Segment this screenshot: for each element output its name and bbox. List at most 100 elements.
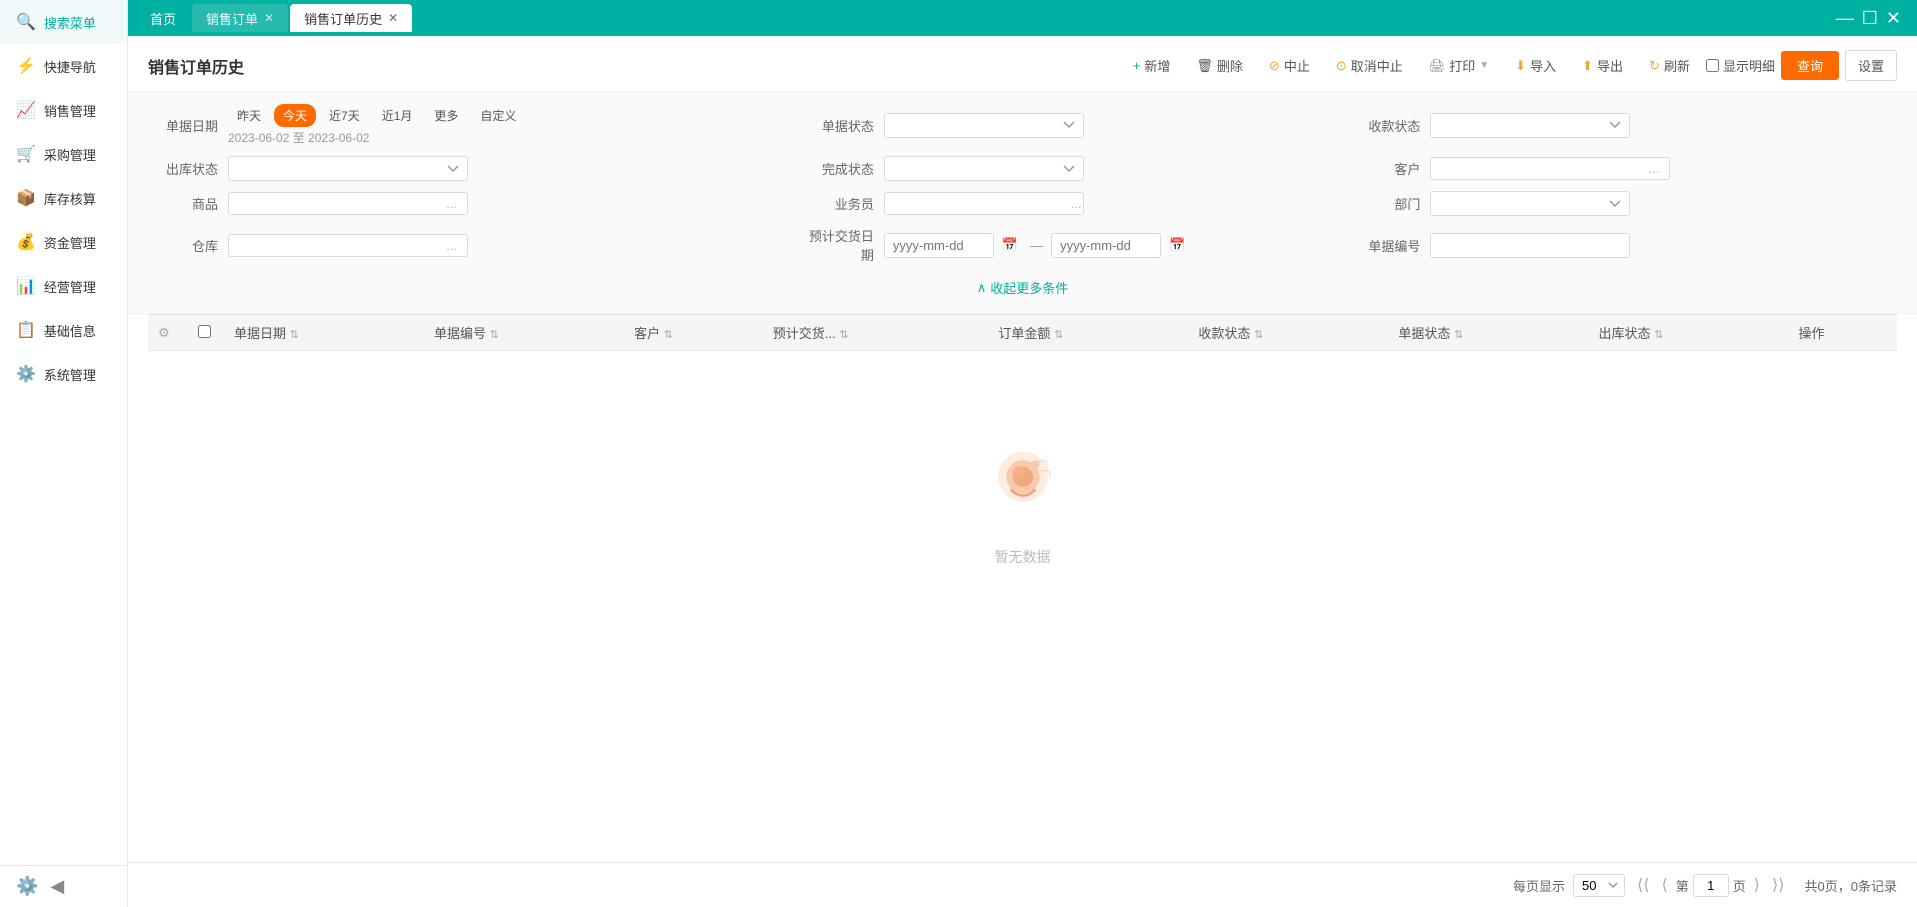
filter-row-4: 仓库 ... 预计交货日期 📅 — 📅 — [148, 226, 1897, 264]
restore-button[interactable]: ☐ — [1862, 8, 1878, 29]
warehouse-input[interactable] — [235, 238, 442, 253]
filter-cell-product: 商品 ... — [148, 192, 804, 215]
sidebar-item-capital-mgmt[interactable]: 💰 资金管理 — [0, 220, 127, 264]
display-columns-checkbox[interactable]: 显示明细 — [1706, 56, 1775, 75]
inventory-icon: 📦 — [16, 188, 36, 208]
tab-sales-order[interactable]: 销售订单 ✕ — [192, 4, 288, 32]
close-tab-sales-order-icon[interactable]: ✕ — [264, 11, 274, 25]
th-delivery-date[interactable]: 预计交货... ⇅ — [763, 315, 989, 351]
salesperson-ellipsis-btn[interactable]: ... — [1067, 196, 1086, 211]
order-status-select[interactable] — [884, 113, 1084, 138]
collapse-conditions-btn[interactable]: ∧ 收起更多条件 — [148, 274, 1897, 301]
prev-page-button[interactable]: ⟨ — [1658, 873, 1672, 897]
salesperson-input-group: ... — [884, 192, 1084, 215]
empty-state: 暂无数据 — [148, 351, 1897, 647]
department-select[interactable] — [1430, 191, 1630, 216]
tab-sales-order-history[interactable]: 销售订单历史 ✕ — [290, 4, 412, 32]
outbound-status-select[interactable] — [228, 156, 468, 181]
close-window-button[interactable]: ✕ — [1886, 8, 1901, 29]
th-payment-status[interactable]: 收款状态 ⇅ — [1188, 315, 1388, 351]
import-icon: ⬇ — [1515, 58, 1526, 74]
select-all-checkbox[interactable] — [198, 325, 211, 338]
calendar-end-icon[interactable]: 📅 — [1165, 237, 1189, 253]
first-page-button[interactable]: ⟨⟨ — [1633, 873, 1653, 897]
tab-home[interactable]: 首页 — [136, 4, 190, 32]
sidebar-item-label: 销售管理 — [44, 101, 96, 120]
last-page-button[interactable]: ⟩⟩ — [1768, 873, 1788, 897]
ops-icon: 📊 — [16, 276, 36, 296]
th-outbound-status[interactable]: 出库状态 ⇅ — [1588, 315, 1788, 351]
query-button[interactable]: 查询 — [1781, 51, 1839, 80]
delete-icon: 🗑 — [1196, 58, 1213, 74]
sidebar-item-ops-mgmt[interactable]: 📊 经营管理 — [0, 264, 127, 308]
cancel-stop-button[interactable]: ⊙ 取消中止 — [1326, 52, 1413, 79]
order-number-input[interactable] — [1430, 233, 1630, 258]
display-columns-input[interactable] — [1706, 59, 1719, 72]
sidebar-item-inventory-check[interactable]: 📦 库存核算 — [0, 176, 127, 220]
page-number-input[interactable] — [1693, 874, 1729, 897]
sidebar-item-quick-nav[interactable]: ⚡ 快捷导航 — [0, 44, 127, 88]
product-ellipsis-btn[interactable]: ... — [442, 196, 461, 211]
refresh-button[interactable]: ↻ 刷新 — [1639, 52, 1700, 79]
date-today[interactable]: 今天 — [274, 104, 316, 127]
collapse-sidebar-icon[interactable]: ◀ — [50, 876, 64, 897]
toolbar: + 新增 🗑 删除 ⊘ 中止 ⊙ 取消中止 🖨 打印 — [1123, 50, 1897, 81]
minimize-button[interactable]: — — [1836, 8, 1854, 29]
payment-status-select[interactable] — [1430, 113, 1630, 138]
delete-button[interactable]: 🗑 删除 — [1186, 52, 1253, 79]
delivery-date-group: 📅 — 📅 — [884, 233, 1189, 258]
delivery-date-end-input[interactable] — [1051, 233, 1161, 258]
export-button[interactable]: ⬆ 导出 — [1572, 52, 1633, 79]
th-customer-label: 客户 — [634, 326, 660, 341]
filter-cell-order-number: 单据编号 — [1350, 233, 1897, 258]
empty-state-icon — [973, 431, 1073, 531]
th-order-status[interactable]: 单据状态 ⇅ — [1388, 315, 1588, 351]
date-1month[interactable]: 近1月 — [373, 104, 422, 127]
print-button[interactable]: 🖨 打印 ▼ — [1419, 52, 1499, 79]
outbound-status-label: 出库状态 — [148, 159, 228, 178]
date-dash: — — [1026, 238, 1047, 253]
page-size-select[interactable]: 50 100 200 — [1573, 874, 1625, 897]
sidebar-item-sales-mgmt[interactable]: 📈 销售管理 — [0, 88, 127, 132]
settings-bottom-icon[interactable]: ⚙️ — [16, 876, 38, 897]
close-tab-sales-order-history-icon[interactable]: ✕ — [388, 11, 398, 25]
sort-payment-icon: ⇅ — [1254, 329, 1263, 341]
date-7days[interactable]: 近7天 — [320, 104, 369, 127]
sidebar-item-search-menu[interactable]: 🔍 搜索菜单 — [0, 0, 127, 44]
sidebar-item-sys-mgmt[interactable]: ⚙️ 系统管理 — [0, 352, 127, 396]
calendar-start-icon[interactable]: 📅 — [998, 237, 1022, 253]
sidebar-item-purchase-mgmt[interactable]: 🛒 采购管理 — [0, 132, 127, 176]
complete-status-select[interactable] — [884, 156, 1084, 181]
th-amount[interactable]: 订单金额 ⇅ — [988, 315, 1188, 351]
stop-button[interactable]: ⊘ 中止 — [1259, 52, 1320, 79]
new-button[interactable]: + 新增 — [1123, 52, 1181, 79]
sidebar-item-basic-info[interactable]: 📋 基础信息 — [0, 308, 127, 352]
th-number[interactable]: 单据编号 ⇅ — [424, 315, 624, 351]
product-input[interactable] — [235, 196, 442, 211]
date-more[interactable]: 更多 — [425, 104, 467, 127]
next-page-button[interactable]: ⟩ — [1750, 873, 1764, 897]
th-checkbox[interactable] — [188, 315, 224, 351]
date-custom[interactable]: 自定义 — [471, 104, 525, 127]
customer-input[interactable] — [1437, 161, 1644, 176]
th-date[interactable]: 单据日期 ⇅ — [224, 315, 424, 351]
warehouse-label: 仓库 — [148, 236, 228, 255]
column-settings-icon[interactable]: ⚙ — [158, 325, 170, 340]
th-customer[interactable]: 客户 ⇅ — [624, 315, 763, 351]
filter-row-2: 出库状态 完成状态 客户 ... — [148, 156, 1897, 181]
collapse-arrow-icon: ∧ — [977, 280, 987, 296]
settings-button[interactable]: 设置 — [1845, 50, 1897, 81]
date-yesterday[interactable]: 昨天 — [228, 104, 270, 127]
warehouse-ellipsis-btn[interactable]: ... — [442, 238, 461, 253]
sort-order-status-icon: ⇅ — [1454, 329, 1463, 341]
th-delivery-date-label: 预计交货... — [773, 326, 836, 341]
salesperson-input[interactable] — [891, 196, 1067, 211]
import-button[interactable]: ⬇ 导入 — [1505, 52, 1566, 79]
customer-ellipsis-btn[interactable]: ... — [1645, 161, 1664, 176]
delivery-date-start-input[interactable] — [884, 233, 994, 258]
filter-cell-salesperson: 业务员 ... — [804, 192, 1351, 215]
th-settings[interactable]: ⚙ — [148, 315, 188, 351]
product-label: 商品 — [148, 194, 228, 213]
page-size-label: 每页显示 — [1513, 876, 1565, 895]
date-range-display: 2023-06-02 至 2023-06-02 — [228, 129, 525, 146]
